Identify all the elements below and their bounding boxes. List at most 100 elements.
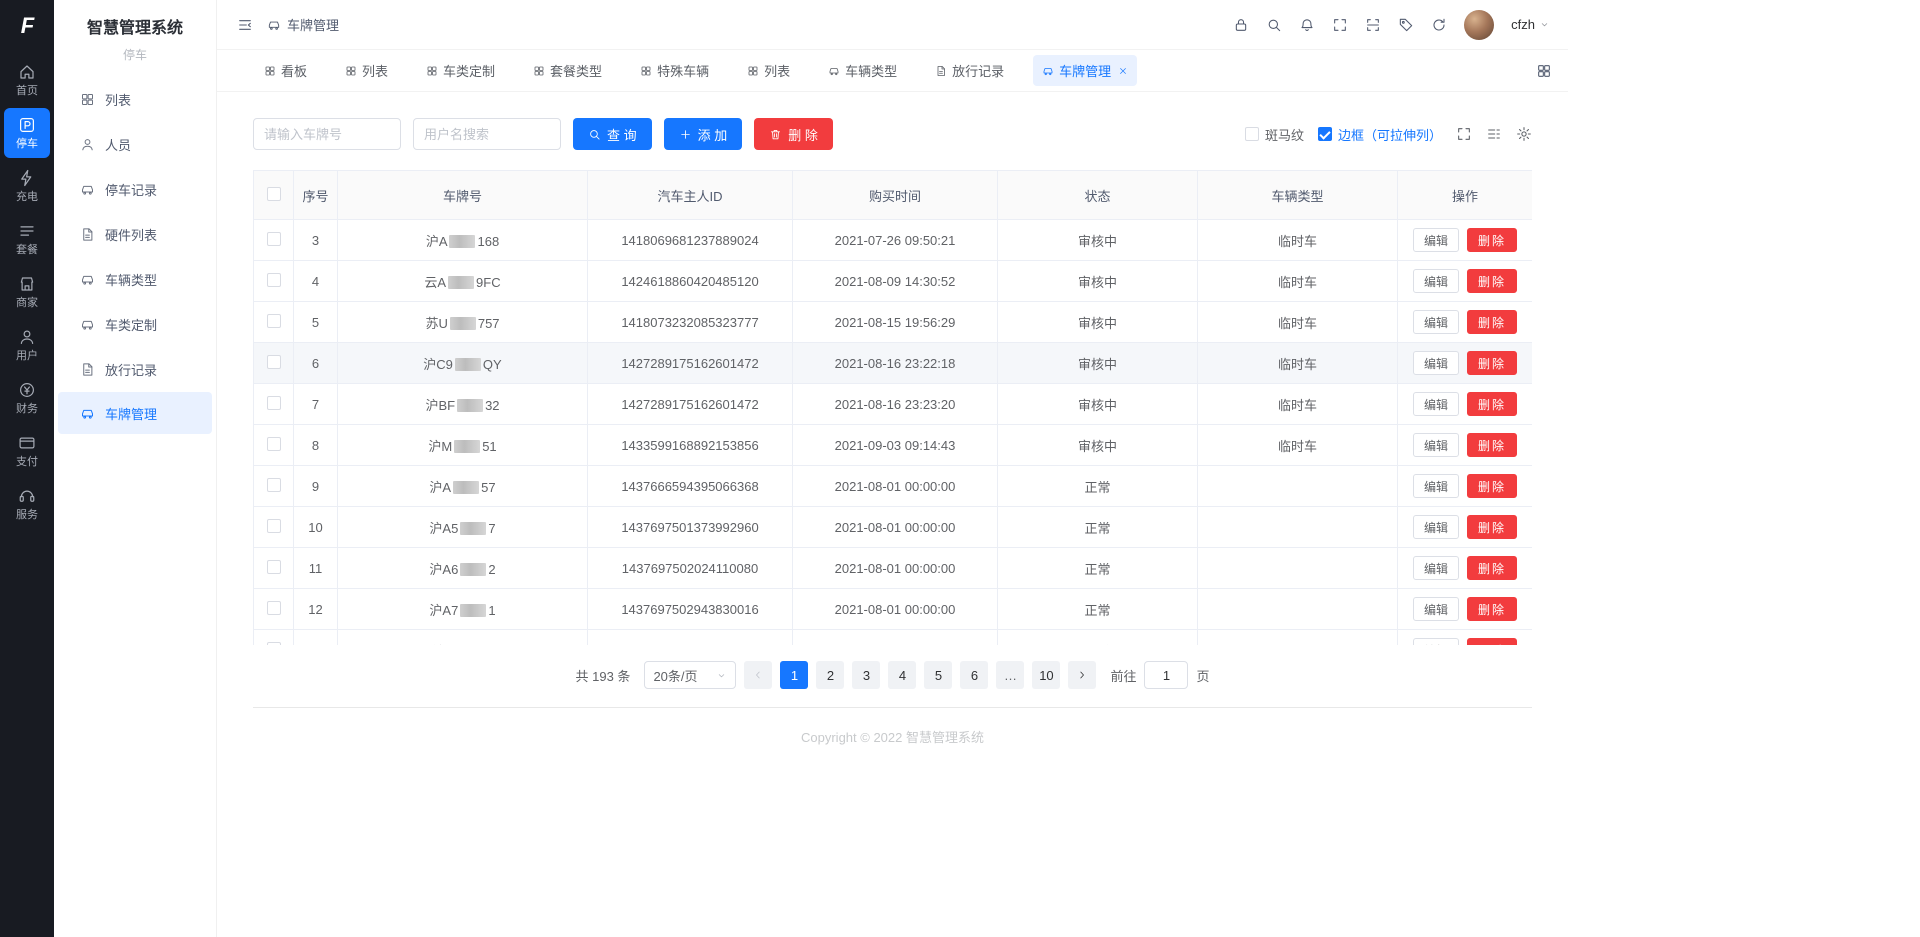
- edit-button[interactable]: 编辑: [1413, 597, 1459, 621]
- rail-item-pay[interactable]: 支付: [4, 426, 50, 476]
- tab-4[interactable]: 特殊车辆: [631, 55, 718, 86]
- rail-item-bolt[interactable]: 充电: [4, 161, 50, 211]
- rail-item-parking[interactable]: 停车: [4, 108, 50, 158]
- row-delete-button[interactable]: 删除: [1467, 433, 1517, 457]
- page-button-1[interactable]: 1: [780, 661, 808, 689]
- avatar[interactable]: [1464, 10, 1494, 40]
- tab-5[interactable]: 列表: [738, 55, 799, 86]
- scan-icon[interactable]: [1365, 17, 1381, 33]
- tab-1[interactable]: 列表: [336, 55, 397, 86]
- row-delete-button[interactable]: 删除: [1467, 392, 1517, 416]
- app-window: F 首页停车充电套餐商家用户财务支付服务 智慧管理系统 停车 列表人员停车记录硬…: [0, 0, 1568, 937]
- user-menu[interactable]: cfzh: [1511, 17, 1550, 32]
- rail-item-shop[interactable]: 商家: [4, 267, 50, 317]
- lock-icon[interactable]: [1233, 17, 1249, 33]
- fullscreen-table-icon[interactable]: [1456, 126, 1472, 142]
- tab-2[interactable]: 车类定制: [417, 55, 504, 86]
- edit-button[interactable]: 编辑: [1413, 433, 1459, 457]
- fullscreen-icon[interactable]: [1332, 17, 1348, 33]
- refresh-icon[interactable]: [1431, 17, 1447, 33]
- edit-button[interactable]: 编辑: [1413, 392, 1459, 416]
- rail-item-finance[interactable]: 财务: [4, 373, 50, 423]
- app-logo[interactable]: F: [0, 0, 54, 52]
- sidebar-item-5[interactable]: 车类定制: [54, 302, 216, 347]
- select-all-checkbox[interactable]: [267, 187, 281, 201]
- row-checkbox[interactable]: [267, 560, 281, 574]
- close-icon[interactable]: [1118, 66, 1128, 76]
- query-button[interactable]: 查 询: [573, 118, 652, 150]
- row-checkbox[interactable]: [267, 437, 281, 451]
- border-checkbox-box[interactable]: [1318, 127, 1332, 141]
- row-delete-button[interactable]: 删除: [1467, 351, 1517, 375]
- page-button-6[interactable]: 6: [960, 661, 988, 689]
- bell-icon[interactable]: [1299, 17, 1315, 33]
- row-delete-button[interactable]: 删除: [1467, 597, 1517, 621]
- border-checkbox[interactable]: 边框（可拉伸列）: [1318, 125, 1442, 144]
- sidebar-item-2[interactable]: 停车记录: [54, 167, 216, 212]
- row-checkbox[interactable]: [267, 478, 281, 492]
- page-button-3[interactable]: 3: [852, 661, 880, 689]
- edit-button[interactable]: 编辑: [1413, 474, 1459, 498]
- density-icon[interactable]: [1486, 126, 1502, 142]
- tab-0[interactable]: 看板: [255, 55, 316, 86]
- row-delete-button[interactable]: 删除: [1467, 310, 1517, 334]
- collapse-menu-icon[interactable]: [237, 17, 253, 33]
- rail-item-home[interactable]: 首页: [4, 55, 50, 105]
- more-pages[interactable]: …: [996, 661, 1024, 689]
- row-checkbox[interactable]: [267, 355, 281, 369]
- edit-button[interactable]: 编辑: [1413, 351, 1459, 375]
- row-checkbox[interactable]: [267, 642, 281, 646]
- settings-gear-icon[interactable]: [1516, 126, 1532, 142]
- edit-button[interactable]: 编辑: [1413, 310, 1459, 334]
- row-checkbox[interactable]: [267, 396, 281, 410]
- edit-button[interactable]: 编辑: [1413, 228, 1459, 252]
- add-button[interactable]: 添 加: [664, 118, 743, 150]
- sidebar-item-1[interactable]: 人员: [54, 122, 216, 167]
- row-checkbox[interactable]: [267, 601, 281, 615]
- rail-item-meal[interactable]: 套餐: [4, 214, 50, 264]
- edit-button[interactable]: 编辑: [1413, 269, 1459, 293]
- zebra-checkbox[interactable]: 斑马纹: [1245, 125, 1304, 144]
- delete-button[interactable]: 删 除: [754, 118, 833, 150]
- rail-item-service[interactable]: 服务: [4, 479, 50, 529]
- page-button-5[interactable]: 5: [924, 661, 952, 689]
- page-button-10[interactable]: 10: [1032, 661, 1060, 689]
- page-button-2[interactable]: 2: [816, 661, 844, 689]
- page-button-4[interactable]: 4: [888, 661, 916, 689]
- tab-7[interactable]: 放行记录: [926, 55, 1013, 86]
- row-delete-button[interactable]: 删除: [1467, 515, 1517, 539]
- sidebar-item-3[interactable]: 硬件列表: [54, 212, 216, 257]
- row-checkbox[interactable]: [267, 273, 281, 287]
- page-size-select[interactable]: 20条/页: [644, 661, 736, 689]
- username-search-input[interactable]: [413, 118, 561, 150]
- edit-button[interactable]: 编辑: [1413, 638, 1459, 645]
- search-icon[interactable]: [1266, 17, 1282, 33]
- tab-8[interactable]: 车牌管理: [1033, 55, 1137, 86]
- edit-button[interactable]: 编辑: [1413, 515, 1459, 539]
- row-checkbox[interactable]: [267, 519, 281, 533]
- row-delete-button[interactable]: 删除: [1467, 638, 1517, 645]
- prev-page-button[interactable]: [744, 661, 772, 689]
- plate-search-input[interactable]: [253, 118, 401, 150]
- tab-3[interactable]: 套餐类型: [524, 55, 611, 86]
- row-delete-button[interactable]: 删除: [1467, 556, 1517, 580]
- zebra-checkbox-box[interactable]: [1245, 127, 1259, 141]
- row-checkbox[interactable]: [267, 314, 281, 328]
- cell-status: 正常: [998, 589, 1198, 630]
- sidebar-item-0[interactable]: 列表: [54, 77, 216, 122]
- car-icon: [1042, 65, 1054, 77]
- row-delete-button[interactable]: 删除: [1467, 474, 1517, 498]
- next-page-button[interactable]: [1068, 661, 1096, 689]
- sidebar-item-4[interactable]: 车辆类型: [54, 257, 216, 302]
- row-delete-button[interactable]: 删除: [1467, 269, 1517, 293]
- sidebar-item-6[interactable]: 放行记录: [54, 347, 216, 392]
- rail-item-user[interactable]: 用户: [4, 320, 50, 370]
- goto-page-input[interactable]: [1144, 661, 1188, 689]
- tabs-options-icon[interactable]: [1536, 63, 1552, 79]
- row-delete-button[interactable]: 删除: [1467, 228, 1517, 252]
- tag-icon[interactable]: [1398, 17, 1414, 33]
- edit-button[interactable]: 编辑: [1413, 556, 1459, 580]
- tab-6[interactable]: 车辆类型: [819, 55, 906, 86]
- sidebar-item-7[interactable]: 车牌管理: [58, 392, 212, 434]
- row-checkbox[interactable]: [267, 232, 281, 246]
